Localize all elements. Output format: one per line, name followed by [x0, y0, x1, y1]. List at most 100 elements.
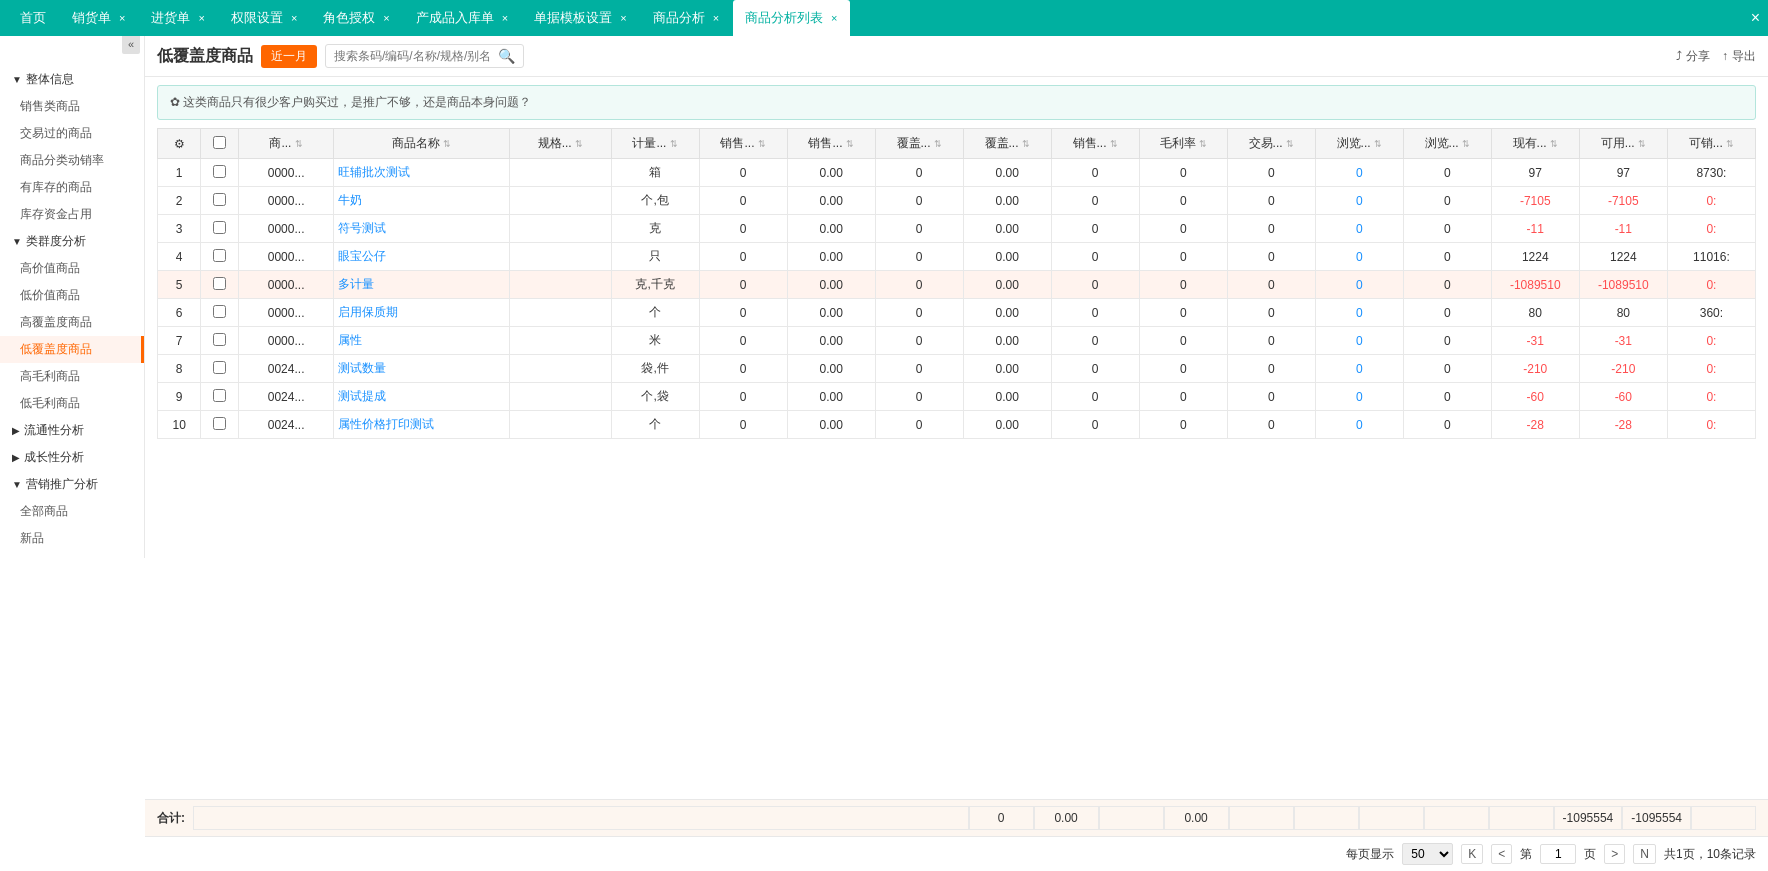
sidebar-item-high-value[interactable]: 高价值商品	[0, 255, 144, 282]
cell-browse1[interactable]: 0	[1315, 215, 1403, 243]
last-page-button[interactable]: N	[1633, 844, 1656, 864]
row-checkbox[interactable]	[213, 193, 226, 206]
row-checkbox[interactable]	[213, 277, 226, 290]
cell-name[interactable]: 测试提成	[334, 383, 510, 411]
column-header-sales-qty[interactable]: 销售... ⇅	[699, 129, 787, 159]
cell-name[interactable]: 属性	[334, 327, 510, 355]
sidebar-item-category-rate[interactable]: 商品分类动销率	[0, 147, 144, 174]
close-icon[interactable]: ×	[713, 12, 719, 24]
next-page-button[interactable]: >	[1604, 844, 1625, 864]
column-header-name[interactable]: 商品名称 ⇅	[334, 129, 510, 159]
cell-browse1[interactable]: 0	[1315, 159, 1403, 187]
sidebar-collapse-button[interactable]: «	[122, 36, 140, 54]
column-header-current[interactable]: 现有... ⇅	[1491, 129, 1579, 159]
date-filter-button[interactable]: 近一月	[261, 45, 317, 68]
cell-checkbox[interactable]	[201, 159, 239, 187]
cell-name[interactable]: 牛奶	[334, 187, 510, 215]
row-checkbox[interactable]	[213, 249, 226, 262]
column-header-code[interactable]: 商... ⇅	[239, 129, 334, 159]
cell-checkbox[interactable]	[201, 327, 239, 355]
sidebar-item-traded-goods[interactable]: 交易过的商品	[0, 120, 144, 147]
cell-checkbox[interactable]	[201, 187, 239, 215]
column-header-settings[interactable]: ⚙	[158, 129, 201, 159]
column-header-sales-amt[interactable]: 销售... ⇅	[787, 129, 875, 159]
sidebar-item-high-coverage[interactable]: 高覆盖度商品	[0, 309, 144, 336]
cell-checkbox[interactable]	[201, 299, 239, 327]
nav-tab-goods-analysis[interactable]: 商品分析 ×	[641, 0, 731, 36]
row-checkbox[interactable]	[213, 417, 226, 430]
cell-name[interactable]: 多计量	[334, 271, 510, 299]
search-input[interactable]	[334, 49, 494, 63]
cell-browse1[interactable]: 0	[1315, 243, 1403, 271]
cell-browse1[interactable]: 0	[1315, 411, 1403, 439]
column-header-available[interactable]: 可用... ⇅	[1579, 129, 1667, 159]
cell-checkbox[interactable]	[201, 215, 239, 243]
prev-page-button[interactable]: <	[1491, 844, 1512, 864]
column-header-cover1[interactable]: 覆盖... ⇅	[875, 129, 963, 159]
nav-tab-home[interactable]: 首页	[8, 0, 58, 36]
sidebar-section-cluster[interactable]: ▼ 类群度分析	[0, 228, 144, 255]
sidebar-item-all-goods[interactable]: 全部商品	[0, 498, 144, 525]
column-header-sales3[interactable]: 销售... ⇅	[1051, 129, 1139, 159]
column-header-browse1[interactable]: 浏览... ⇅	[1315, 129, 1403, 159]
sidebar-item-stock-goods[interactable]: 有库存的商品	[0, 174, 144, 201]
column-header-trade[interactable]: 交易... ⇅	[1227, 129, 1315, 159]
export-button[interactable]: ↑ 导出	[1722, 48, 1756, 65]
page-number-input[interactable]	[1540, 844, 1576, 864]
cell-name[interactable]: 旺辅批次测试	[334, 159, 510, 187]
cell-checkbox[interactable]	[201, 243, 239, 271]
cell-name[interactable]: 眼宝公仔	[334, 243, 510, 271]
row-checkbox[interactable]	[213, 165, 226, 178]
sidebar-item-low-margin[interactable]: 低毛利商品	[0, 390, 144, 417]
sidebar-item-low-coverage[interactable]: 低覆盖度商品	[0, 336, 144, 363]
sidebar-item-sales-goods[interactable]: 销售类商品	[0, 93, 144, 120]
column-header-spec[interactable]: 规格... ⇅	[510, 129, 612, 159]
column-header-unit[interactable]: 计量... ⇅	[611, 129, 699, 159]
nav-tab-roles[interactable]: 角色授权 ×	[311, 0, 401, 36]
column-header-gross[interactable]: 毛利率 ⇅	[1139, 129, 1227, 159]
cell-browse1[interactable]: 0	[1315, 355, 1403, 383]
close-icon[interactable]: ×	[291, 12, 297, 24]
sidebar-section-overall[interactable]: ▼ 整体信息	[0, 66, 144, 93]
close-icon[interactable]: ×	[119, 12, 125, 24]
sidebar-item-low-value[interactable]: 低价值商品	[0, 282, 144, 309]
close-icon[interactable]: ×	[831, 12, 837, 24]
sidebar-item-new-goods[interactable]: 新品	[0, 525, 144, 552]
close-icon[interactable]: ×	[620, 12, 626, 24]
cell-browse1[interactable]: 0	[1315, 299, 1403, 327]
column-header-cover2[interactable]: 覆盖... ⇅	[963, 129, 1051, 159]
cell-checkbox[interactable]	[201, 355, 239, 383]
cell-checkbox[interactable]	[201, 383, 239, 411]
nav-tab-template[interactable]: 单据模板设置 ×	[522, 0, 638, 36]
close-all-button[interactable]: ×	[1751, 9, 1760, 27]
search-icon[interactable]: 🔍	[498, 48, 515, 64]
page-size-select[interactable]: 50 100 200	[1402, 843, 1453, 865]
nav-tab-purchase[interactable]: 进货单 ×	[139, 0, 216, 36]
row-checkbox[interactable]	[213, 361, 226, 374]
cell-browse1[interactable]: 0	[1315, 187, 1403, 215]
sidebar-item-high-margin[interactable]: 高毛利商品	[0, 363, 144, 390]
cell-browse1[interactable]: 0	[1315, 327, 1403, 355]
cell-name[interactable]: 测试数量	[334, 355, 510, 383]
row-checkbox[interactable]	[213, 389, 226, 402]
cell-browse1[interactable]: 0	[1315, 383, 1403, 411]
sidebar-item-stock-capital[interactable]: 库存资金占用	[0, 201, 144, 228]
nav-tab-production[interactable]: 产成品入库单 ×	[404, 0, 520, 36]
close-icon[interactable]: ×	[502, 12, 508, 24]
sidebar-section-circulation[interactable]: ▶ 流通性分析	[0, 417, 144, 444]
close-icon[interactable]: ×	[198, 12, 204, 24]
nav-tab-permissions[interactable]: 权限设置 ×	[219, 0, 309, 36]
row-checkbox[interactable]	[213, 305, 226, 318]
column-header-checkbox[interactable]	[201, 129, 239, 159]
cell-name[interactable]: 属性价格打印测试	[334, 411, 510, 439]
cell-checkbox[interactable]	[201, 271, 239, 299]
share-button[interactable]: ⤴ 分享	[1676, 48, 1710, 65]
sidebar-section-marketing[interactable]: ▼ 营销推广分析	[0, 471, 144, 498]
nav-tab-sales[interactable]: 销货单 ×	[60, 0, 137, 36]
first-page-button[interactable]: K	[1461, 844, 1483, 864]
cell-checkbox[interactable]	[201, 411, 239, 439]
nav-tab-goods-analysis-list[interactable]: 商品分析列表 ×	[733, 0, 849, 36]
close-icon[interactable]: ×	[383, 12, 389, 24]
cell-browse1[interactable]: 0	[1315, 271, 1403, 299]
column-header-browse2[interactable]: 浏览... ⇅	[1403, 129, 1491, 159]
